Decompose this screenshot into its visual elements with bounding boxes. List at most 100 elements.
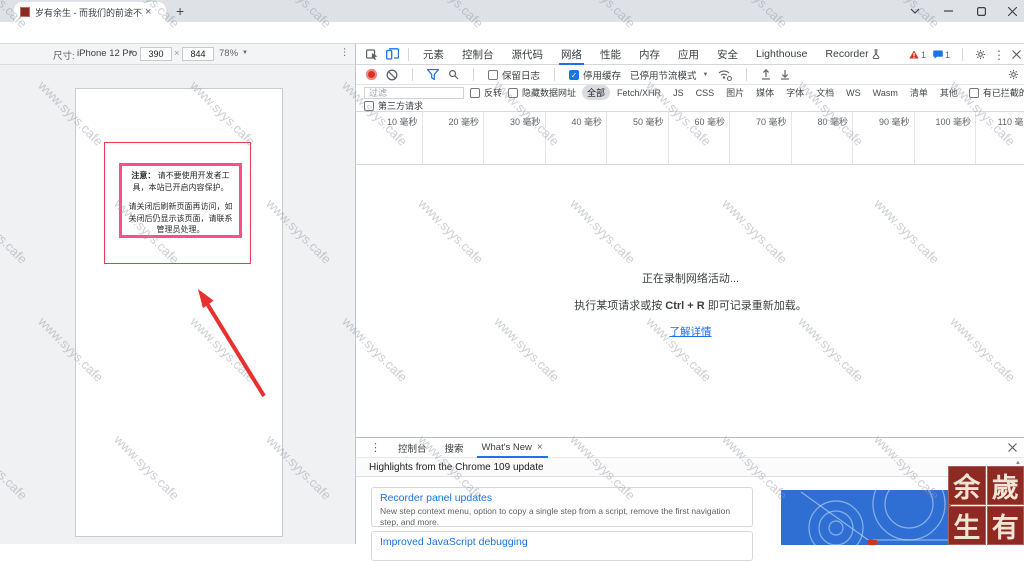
devtools-tab-源代码[interactable]: 源代码 [503, 44, 553, 64]
filter-type-Fetch/XHR[interactable]: Fetch/XHR [612, 87, 666, 99]
device-toolbar-toggle-icon[interactable] [382, 48, 403, 60]
devtools-tab-元素[interactable]: 元素 [414, 44, 453, 64]
invert-checkbox[interactable]: 反转 [470, 86, 502, 99]
devtools-tab-应用[interactable]: 应用 [669, 44, 708, 64]
network-conditions-icon[interactable] [718, 69, 732, 81]
filter-type-字体[interactable]: 字体 [781, 85, 809, 100]
window-chevron-icon[interactable] [900, 0, 930, 22]
browser-tab[interactable]: 岁有余生 - 而我们的前途不准起 × [14, 2, 166, 22]
filter-type-清单[interactable]: 清单 [905, 85, 933, 100]
zoom-select[interactable]: 78% [219, 48, 238, 59]
device-toolbar: 尺寸: iPhone 12 Pro ▼ × 78% ▼ ⋮ [0, 44, 355, 65]
card-title-link[interactable]: Recorder panel updates [380, 492, 744, 504]
third-party-checkbox[interactable]: 第三方请求 [364, 99, 423, 112]
export-har-icon[interactable] [780, 69, 790, 80]
devtools-kebab-icon[interactable]: ⋮ [993, 48, 1005, 62]
filter-type-媒体[interactable]: 媒体 [751, 85, 779, 100]
filter-type-其他[interactable]: 其他 [935, 85, 963, 100]
devtools-tab-内存[interactable]: 内存 [630, 44, 669, 64]
filter-type-图片[interactable]: 图片 [721, 85, 749, 100]
new-tab-button[interactable]: + [176, 3, 184, 19]
clear-icon[interactable] [386, 69, 398, 81]
devtools-tab-性能[interactable]: 性能 [591, 44, 630, 64]
timeline-tick-label: 50 毫秒 [600, 115, 664, 128]
seal-char: 歲 [987, 466, 1024, 505]
window-minimize-icon[interactable] [933, 0, 963, 22]
viewport-height-input[interactable] [182, 47, 214, 61]
devtools-tabbar: 元素控制台源代码网络性能内存应用安全LighthouseRecorder 1 1… [356, 44, 1024, 65]
devtools-controls: 1 1 ⋮ [909, 44, 1021, 65]
drawer-tab-What's New[interactable]: What's New× [473, 438, 552, 457]
checkbox[interactable] [488, 70, 498, 80]
network-search-icon[interactable] [448, 69, 459, 80]
network-toolbar: 保留日志 ✓停用缓存 已停用节流模式▼ [356, 65, 1024, 85]
window-maximize-icon[interactable] [966, 0, 996, 22]
drawer-tab-close-icon[interactable]: × [537, 442, 543, 453]
warning-paragraph-1: 注意： 请不要使用开发者工具，本站已开启内容保护。 [127, 170, 234, 193]
issues-badge[interactable]: 1 [933, 50, 950, 60]
timeline-tick-label: 40 毫秒 [538, 115, 602, 128]
viewport-width-input[interactable] [140, 47, 172, 61]
device-toolbar-kebab-icon[interactable]: ⋮ [340, 47, 350, 58]
reload-hint-text: 执行某项请求或按 Ctrl + R 即可记录重新加载。 [356, 297, 1024, 313]
learn-more-link[interactable]: 了解详情 [670, 326, 712, 338]
tab-close-icon[interactable]: × [145, 7, 151, 17]
timeline-tick-label: 10 毫秒 [356, 115, 418, 128]
device-caret-icon: ▼ [128, 50, 134, 56]
seal-char: 生 [948, 506, 986, 545]
checkbox[interactable] [508, 88, 518, 98]
seal-char: 余 [948, 466, 986, 505]
devtools-tabs: 元素控制台源代码网络性能内存应用安全LighthouseRecorder [414, 44, 889, 64]
drawer-close-icon[interactable] [1008, 443, 1017, 452]
whats-new-thumbnail [781, 490, 951, 545]
whats-new-header: Highlights from the Chrome 109 update [356, 458, 1024, 477]
devtools-tab-控制台[interactable]: 控制台 [453, 44, 503, 64]
filter-type-JS[interactable]: JS [668, 87, 689, 99]
checkbox[interactable] [364, 101, 374, 111]
inspect-element-icon[interactable] [362, 48, 382, 60]
card-title-link[interactable]: Improved JavaScript debugging [380, 536, 744, 548]
record-button[interactable] [366, 69, 377, 80]
devtools-close-icon[interactable] [1012, 50, 1021, 59]
filter-type-CSS[interactable]: CSS [691, 87, 720, 99]
warning-paragraph-2: 请关闭后刷新页面再访问，如关闭后仍显示该页面，请联系管理员处理。 [127, 201, 234, 236]
devtools-settings-gear-icon[interactable] [975, 49, 986, 60]
favicon-seal-icon [20, 7, 30, 17]
error-badge[interactable]: 1 [909, 50, 926, 60]
throttling-select[interactable]: 已停用节流模式▼ [630, 68, 708, 82]
checkbox[interactable] [969, 88, 979, 98]
phone-viewport: 注意： 请不要使用开发者工具，本站已开启内容保护。 请关闭后刷新页面再访问，如关… [75, 88, 283, 537]
timeline-tick-label: 90 毫秒 [846, 115, 910, 128]
device-emulation-pane: 尺寸: iPhone 12 Pro ▼ × 78% ▼ ⋮ 注意： 请不要使用开… [0, 44, 355, 544]
timeline-tick-label: 110 毫秒 [969, 115, 1024, 128]
divider [746, 68, 747, 81]
devtools-tab-Recorder[interactable]: Recorder [816, 44, 888, 64]
filter-type-文档[interactable]: 文档 [811, 85, 839, 100]
timeline-tick-label: 20 毫秒 [415, 115, 479, 128]
devtools-tab-网络[interactable]: 网络 [552, 44, 591, 64]
drawer-tabs: 控制台搜索What's New× [389, 438, 552, 457]
window-close-icon[interactable] [997, 0, 1024, 22]
filter-type-Wasm[interactable]: Wasm [868, 87, 903, 99]
preserve-log-checkbox[interactable]: 保留日志 [488, 68, 540, 82]
hide-data-urls-checkbox[interactable]: 隐藏数据网址 [508, 86, 576, 99]
drawer-tab-搜索[interactable]: 搜索 [436, 438, 473, 457]
checkbox[interactable] [470, 88, 480, 98]
checkbox-checked[interactable]: ✓ [569, 70, 579, 80]
whats-new-card: Improved JavaScript debugging [371, 531, 753, 561]
import-har-icon[interactable] [761, 69, 771, 80]
resource-type-filters: 全部Fetch/XHRJSCSS图片媒体字体文档WSWasm清单其他 [582, 85, 963, 100]
devtools-tab-Lighthouse[interactable]: Lighthouse [747, 44, 816, 64]
network-settings-gear-icon[interactable] [1008, 69, 1019, 80]
devtools-tab-安全[interactable]: 安全 [708, 44, 747, 64]
filter-input[interactable] [364, 87, 464, 99]
filter-type-WS[interactable]: WS [841, 87, 866, 99]
disable-cache-checkbox[interactable]: ✓停用缓存 [569, 68, 621, 82]
card-description: New step context menu, option to copy a … [380, 506, 744, 527]
filter-type-全部[interactable]: 全部 [582, 85, 610, 100]
timeline-tick-label: 80 毫秒 [784, 115, 848, 128]
filter-funnel-icon[interactable] [427, 69, 439, 80]
blocked-cookies-checkbox[interactable]: 有已拦截的 Cookie [969, 86, 1024, 99]
drawer-kebab-icon[interactable]: ⋮ [364, 441, 387, 454]
drawer-tab-控制台[interactable]: 控制台 [389, 438, 436, 457]
